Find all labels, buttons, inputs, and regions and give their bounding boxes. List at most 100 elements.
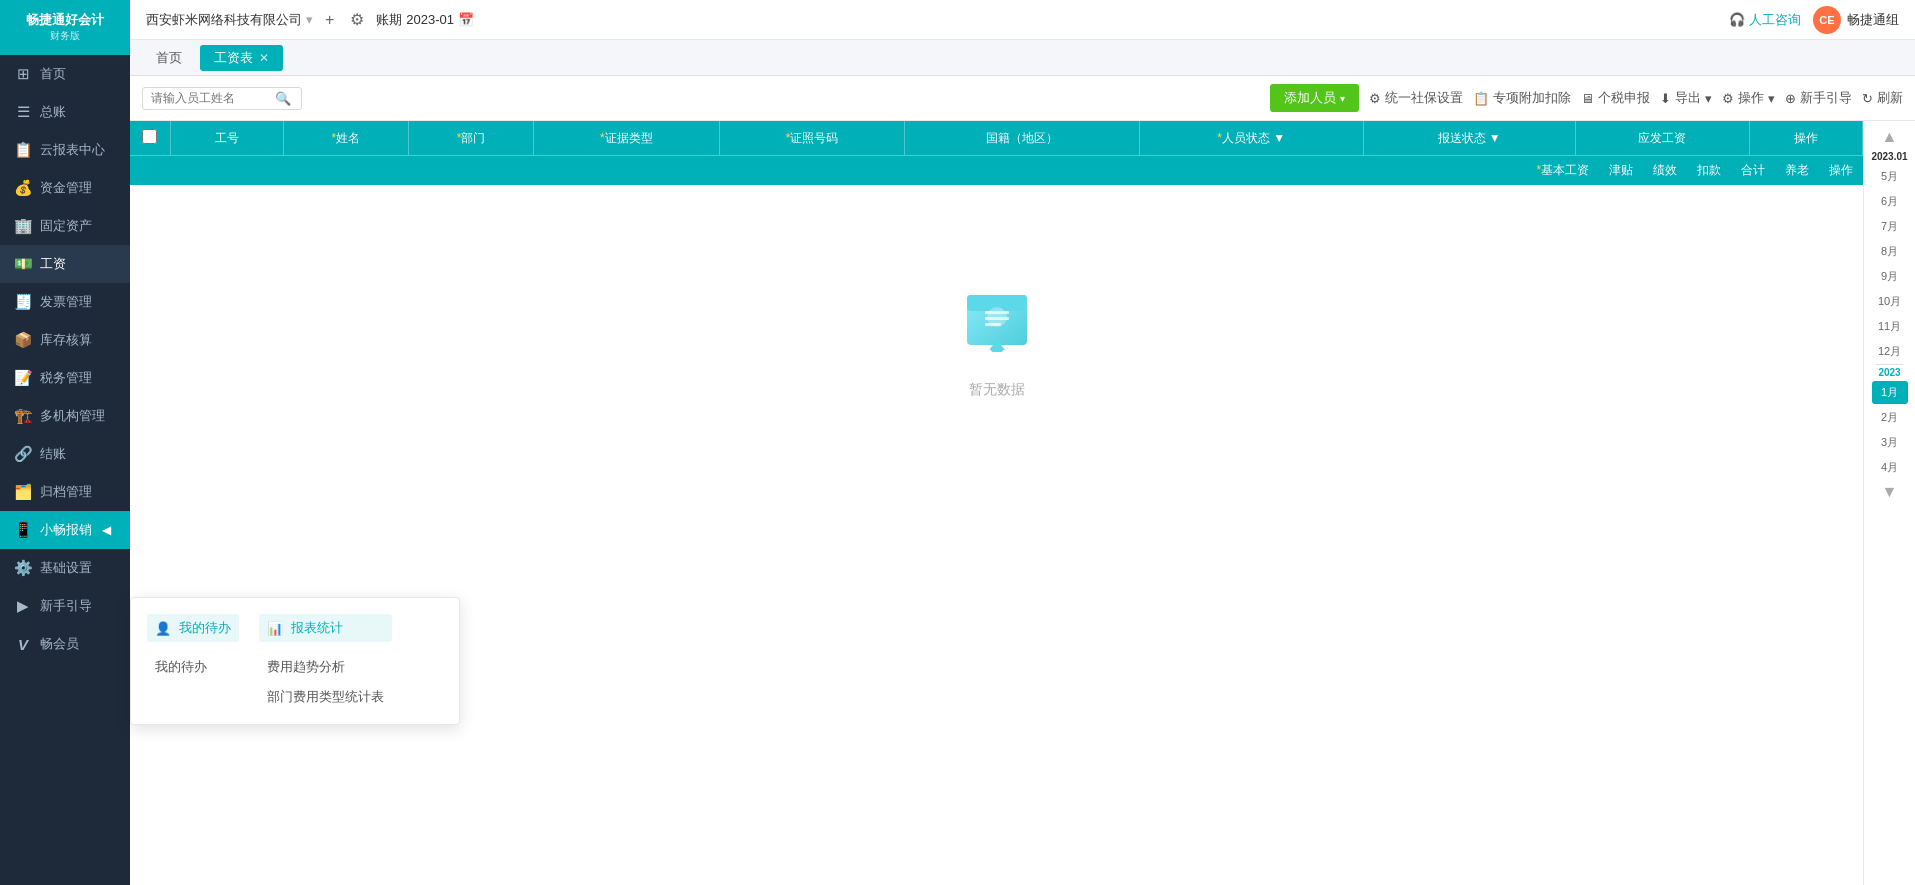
sidebar-item-close-account[interactable]: 🔗 结账 — [0, 435, 130, 473]
dropdown-icon: ▾ — [306, 12, 313, 27]
sidebar-item-inventory[interactable]: 📦 库存核算 — [0, 321, 130, 359]
avatar: CE — [1813, 6, 1841, 34]
sidebar-item-assets[interactable]: 🏢 固定资产 — [0, 207, 130, 245]
sidebar-item-funds[interactable]: 💰 资金管理 — [0, 169, 130, 207]
user-info[interactable]: CE 畅捷通组 — [1813, 6, 1899, 34]
timeline-month-5[interactable]: 5月 — [1864, 164, 1915, 189]
tax-label: 个税申报 — [1598, 89, 1650, 107]
timeline-month-10[interactable]: 10月 — [1864, 289, 1915, 314]
search-input[interactable] — [151, 91, 271, 105]
export-label: 导出 — [1675, 89, 1701, 107]
sidebar-item-expense[interactable]: 📱 小畅报销 ◀ — [0, 511, 130, 549]
archive-icon: 🗂️ — [14, 483, 32, 501]
operation-btn[interactable]: ⚙ 操作 ▾ — [1722, 89, 1775, 107]
report-icon: 📋 — [14, 141, 32, 159]
support-link[interactable]: 🎧 人工咨询 — [1729, 11, 1801, 29]
timeline-month-8[interactable]: 8月 — [1864, 239, 1915, 264]
calendar-icon[interactable]: 📅 — [458, 12, 474, 27]
main-area: 西安虾米网络科技有限公司 ▾ + ⚙ 账期 2023-01 📅 🎧 人工咨询 C… — [130, 0, 1915, 885]
multi-org-icon: 🏗️ — [14, 407, 32, 425]
popup-columns: 👤 我的待办 我的待办 📊 报表统计 费用趋势分析 部门费用类型统计表 — [147, 614, 443, 708]
new-guide-btn[interactable]: ⊕ 新手引导 — [1785, 89, 1852, 107]
new-guide-label: 新手引导 — [1800, 89, 1852, 107]
tabbar: 首页 工资表 ✕ — [130, 40, 1915, 76]
sidebar-item-ledger[interactable]: ☰ 总账 — [0, 93, 130, 131]
popup-item-my-pending[interactable]: 我的待办 — [147, 656, 239, 678]
select-all-checkbox[interactable] — [142, 129, 157, 144]
period-display: 账期 2023-01 📅 — [376, 11, 474, 29]
social-icon: ⚙ — [1369, 91, 1381, 106]
deduction-label: 专项附加扣除 — [1493, 89, 1571, 107]
sidebar-item-guide[interactable]: ▶ 新手引导 — [0, 587, 130, 625]
social-label: 统一社保设置 — [1385, 89, 1463, 107]
tab-salary[interactable]: 工资表 ✕ — [200, 45, 283, 71]
deduction-icon: 📋 — [1473, 91, 1489, 106]
th-id-type: *证据类型 — [534, 121, 720, 155]
timeline-month-12[interactable]: 12月 — [1864, 339, 1915, 364]
sub-th-deduction: 扣款 — [1687, 156, 1731, 185]
svg-rect-7 — [991, 348, 1003, 352]
settings-button[interactable]: ⚙ — [346, 8, 368, 31]
sub-th-total: 合计 — [1731, 156, 1775, 185]
search-icon[interactable]: 🔍 — [275, 91, 291, 106]
refresh-btn[interactable]: ↻ 刷新 — [1862, 89, 1903, 107]
th-id-number: *证照号码 — [719, 121, 905, 155]
app-logo: 畅捷通好会计 财务版 — [0, 0, 130, 55]
refresh-icon: ↻ — [1862, 91, 1873, 106]
timeline-month-1[interactable]: 1月 — [1872, 381, 1908, 404]
th-wage-group: 应发工资 — [1575, 121, 1749, 155]
add-person-button[interactable]: 添加人员 ▾ — [1270, 84, 1359, 112]
sidebar-item-label: 畅会员 — [40, 635, 79, 653]
th-operation: 操作 — [1749, 121, 1862, 155]
table-header-row: 工号 *姓名 *部门 *证据类型 *证照号码 国籍（地区） *人员状态 ▼ 报送… — [130, 121, 1863, 155]
popup-col-2: 📊 报表统计 费用趋势分析 部门费用类型统计表 — [259, 614, 392, 708]
personal-tax-btn[interactable]: 🖥 个税申报 — [1581, 89, 1650, 107]
funds-icon: 💰 — [14, 179, 32, 197]
dept-cost-label: 部门费用类型统计表 — [267, 689, 384, 704]
timeline-down-btn[interactable]: ▼ — [1879, 480, 1901, 504]
timeline-month-9[interactable]: 9月 — [1864, 264, 1915, 289]
sidebar: 畅捷通好会计 财务版 ⊞ 首页 ☰ 总账 📋 云报表中心 💰 资金管理 🏢 固定… — [0, 0, 130, 885]
export-btn[interactable]: ⬇ 导出 ▾ — [1660, 89, 1712, 107]
special-deduction-btn[interactable]: 📋 专项附加扣除 — [1473, 89, 1571, 107]
salary-table: 工号 *姓名 *部门 *证据类型 *证照号码 国籍（地区） *人员状态 ▼ 报送… — [130, 121, 1863, 155]
empty-text: 暂无数据 — [969, 381, 1025, 399]
timeline-month-4[interactable]: 4月 — [1864, 455, 1915, 480]
sidebar-item-salary[interactable]: 💵 工资 — [0, 245, 130, 283]
timeline-month-7[interactable]: 7月 — [1864, 214, 1915, 239]
app-name: 畅捷通好会计 — [26, 12, 104, 29]
sidebar-item-invoice[interactable]: 🧾 发票管理 — [0, 283, 130, 321]
expense-icon: 📱 — [14, 521, 32, 539]
timeline-month-6[interactable]: 6月 — [1864, 189, 1915, 214]
timeline-month-3[interactable]: 3月 — [1864, 430, 1915, 455]
company-name: 西安虾米网络科技有限公司 — [146, 11, 302, 29]
table-container: 工号 *姓名 *部门 *证据类型 *证照号码 国籍（地区） *人员状态 ▼ 报送… — [130, 121, 1915, 885]
add-company-button[interactable]: + — [321, 9, 338, 31]
sub-th-pension: 养老 — [1775, 156, 1819, 185]
empty-state: 暂无数据 — [130, 185, 1863, 479]
sidebar-item-home[interactable]: ⊞ 首页 — [0, 55, 130, 93]
sidebar-item-archive[interactable]: 🗂️ 归档管理 — [0, 473, 130, 511]
timeline-month-11[interactable]: 11月 — [1864, 314, 1915, 339]
topbar: 西安虾米网络科技有限公司 ▾ + ⚙ 账期 2023-01 📅 🎧 人工咨询 C… — [130, 0, 1915, 40]
sidebar-item-multi-org[interactable]: 🏗️ 多机构管理 — [0, 397, 130, 435]
sidebar-item-membership[interactable]: V 畅会员 — [0, 625, 130, 663]
popup-item-dept-cost[interactable]: 部门费用类型统计表 — [259, 686, 392, 708]
sidebar-item-settings[interactable]: ⚙️ 基础设置 — [0, 549, 130, 587]
tab-home[interactable]: 首页 — [142, 45, 196, 71]
settings-icon: ⚙️ — [14, 559, 32, 577]
sidebar-item-tax[interactable]: 📝 税务管理 — [0, 359, 130, 397]
timeline-month-2[interactable]: 2月 — [1864, 405, 1915, 430]
sidebar-item-report[interactable]: 📋 云报表中心 — [0, 131, 130, 169]
timeline-up-btn[interactable]: ▲ — [1879, 125, 1901, 149]
social-insurance-btn[interactable]: ⚙ 统一社保设置 — [1369, 89, 1463, 107]
company-selector[interactable]: 西安虾米网络科技有限公司 ▾ — [146, 11, 313, 29]
popup-section2-label: 报表统计 — [291, 619, 343, 637]
sidebar-item-label: 小畅报销 — [40, 521, 92, 539]
th-report-status: 报送状态 ▼ — [1363, 121, 1575, 155]
stats-icon: 📊 — [267, 621, 283, 636]
topbar-right: 🎧 人工咨询 CE 畅捷通组 — [1729, 6, 1899, 34]
svg-rect-4 — [985, 317, 1009, 320]
popup-item-cost-trend[interactable]: 费用趋势分析 — [259, 656, 392, 678]
tab-close-icon[interactable]: ✕ — [259, 51, 269, 65]
